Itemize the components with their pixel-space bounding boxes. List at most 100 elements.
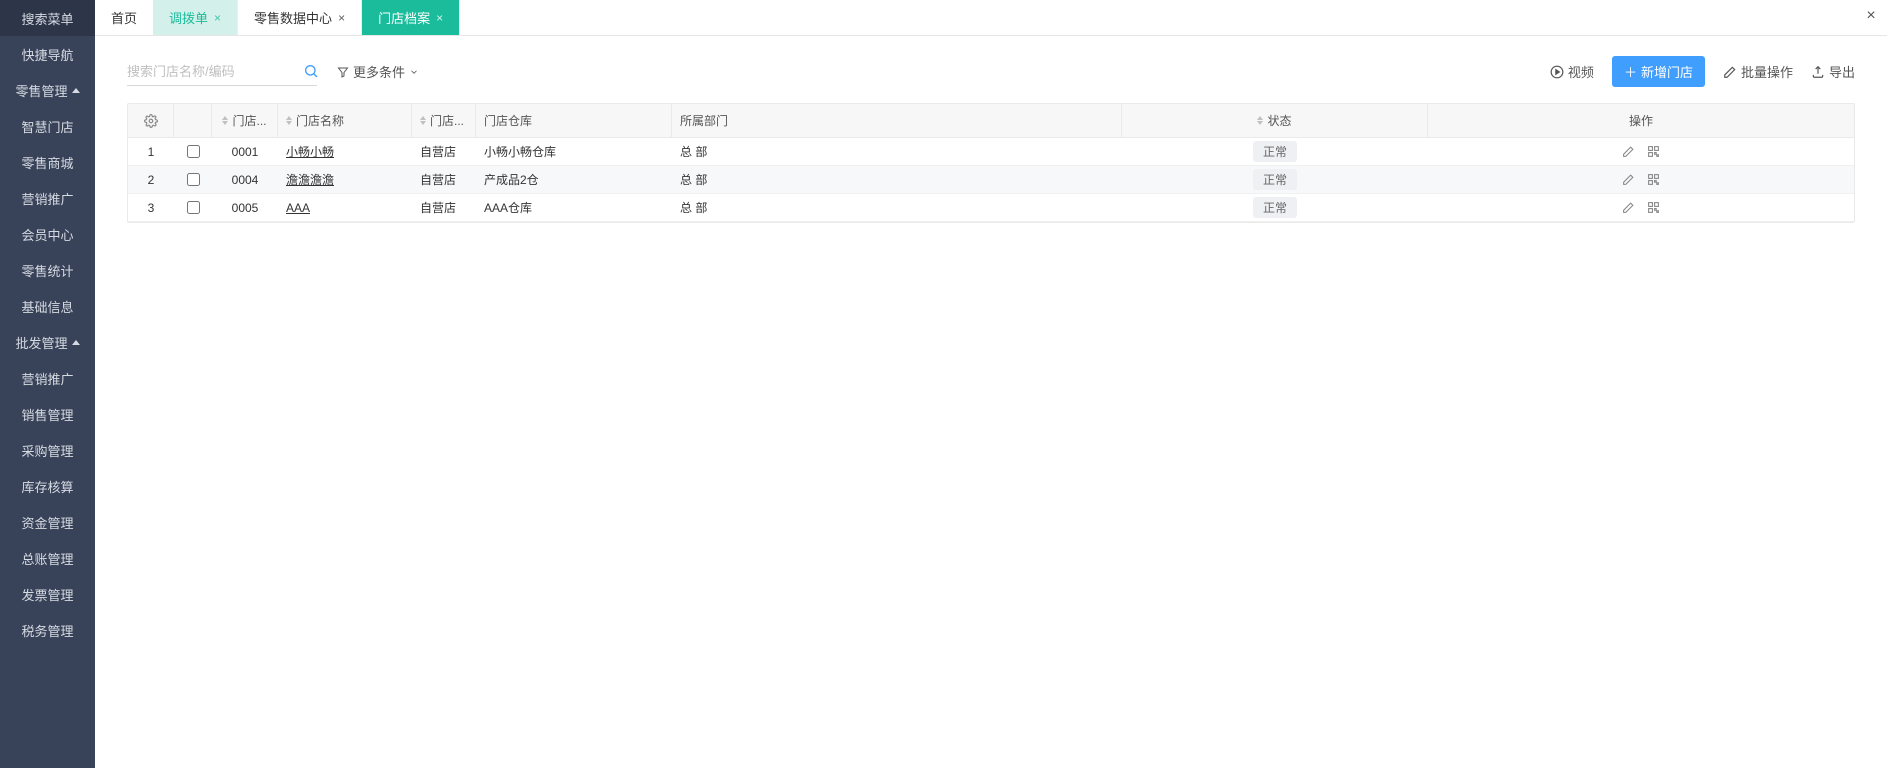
row-edit-button[interactable] xyxy=(1622,201,1635,214)
column-department[interactable]: 所属部门 xyxy=(672,104,1122,137)
search-icon xyxy=(303,63,319,79)
sidebar-item-retail-mall[interactable]: 零售商城 xyxy=(0,144,95,180)
row-edit-button[interactable] xyxy=(1622,173,1635,186)
video-label: 视频 xyxy=(1568,62,1594,81)
row-index: 2 xyxy=(128,166,174,193)
close-icon[interactable]: × xyxy=(214,11,221,25)
sidebar-item-ledger[interactable]: 总账管理 xyxy=(0,540,95,576)
cell-status: 正常 xyxy=(1122,194,1428,221)
cell-store-name[interactable]: 澹澹澹澹 xyxy=(278,166,412,193)
row-qrcode-button[interactable] xyxy=(1647,201,1660,214)
sidebar-item-invoice[interactable]: 发票管理 xyxy=(0,576,95,612)
row-checkbox[interactable] xyxy=(187,173,200,186)
status-badge: 正常 xyxy=(1253,141,1297,162)
sidebar-item-member[interactable]: 会员中心 xyxy=(0,216,95,252)
column-settings[interactable] xyxy=(128,104,174,137)
more-conditions-label: 更多条件 xyxy=(353,62,405,81)
export-button[interactable]: 导出 xyxy=(1811,62,1855,81)
qrcode-icon xyxy=(1647,145,1660,158)
row-edit-button[interactable] xyxy=(1622,145,1635,158)
close-icon[interactable]: × xyxy=(436,11,443,25)
sort-icon xyxy=(1257,116,1263,125)
edit-icon xyxy=(1622,201,1635,214)
row-qrcode-button[interactable] xyxy=(1647,145,1660,158)
row-checkbox[interactable] xyxy=(187,145,200,158)
video-button[interactable]: 视频 xyxy=(1550,62,1594,81)
cell-store-type: 自营店 xyxy=(412,138,476,165)
sidebar-item-funds[interactable]: 资金管理 xyxy=(0,504,95,540)
sidebar-group-wholesale[interactable]: 批发管理 xyxy=(0,324,95,360)
tabs-bar: 首页 调拨单 × 零售数据中心 × 门店档案 × × xyxy=(95,0,1887,36)
table-body: 10001小畅小畅自营店小畅小畅仓库总 部正常20004澹澹澹澹自营店产成品2仓… xyxy=(128,138,1854,222)
column-checkbox xyxy=(174,104,212,137)
more-conditions-button[interactable]: 更多条件 xyxy=(337,62,419,81)
play-circle-icon xyxy=(1550,65,1564,79)
sidebar-search-menu[interactable]: 搜索菜单 xyxy=(0,0,95,36)
qrcode-icon xyxy=(1647,173,1660,186)
export-label: 导出 xyxy=(1829,62,1855,81)
sort-icon xyxy=(420,116,426,125)
sidebar-item-marketing[interactable]: 营销推广 xyxy=(0,180,95,216)
qrcode-icon xyxy=(1647,201,1660,214)
column-store-name[interactable]: 门店名称 xyxy=(278,104,412,137)
table-row[interactable]: 1 0001小畅小畅自营店小畅小畅仓库总 部 正常 xyxy=(128,138,1854,166)
sidebar-quicknav[interactable]: 快捷导航 xyxy=(0,36,95,72)
column-store-code[interactable]: 门店... xyxy=(212,104,278,137)
cell-store-name[interactable]: AAA xyxy=(278,194,412,221)
row-index: 1 xyxy=(128,138,174,165)
tab-retail-data-center[interactable]: 零售数据中心 × xyxy=(238,0,362,35)
cell-store-name[interactable]: 小畅小畅 xyxy=(278,138,412,165)
sidebar-group-retail[interactable]: 零售管理 xyxy=(0,72,95,108)
edit-icon xyxy=(1622,173,1635,186)
column-warehouse[interactable]: 门店仓库 xyxy=(476,104,672,137)
cell-store-type: 自营店 xyxy=(412,194,476,221)
edit-icon xyxy=(1723,65,1737,79)
export-icon xyxy=(1811,65,1825,79)
cell-operations xyxy=(1428,194,1854,221)
close-all-tabs-button[interactable]: × xyxy=(1861,6,1881,26)
cell-department: 总 部 xyxy=(672,138,1122,165)
tab-transfer-order[interactable]: 调拨单 × xyxy=(153,0,238,35)
sidebar-item-ws-marketing[interactable]: 营销推广 xyxy=(0,360,95,396)
cell-store-type: 自营店 xyxy=(412,166,476,193)
search-input[interactable] xyxy=(127,64,303,79)
edit-icon xyxy=(1622,145,1635,158)
sidebar-item-purchase[interactable]: 采购管理 xyxy=(0,432,95,468)
row-checkbox[interactable] xyxy=(187,201,200,214)
sidebar-item-retail-stats[interactable]: 零售统计 xyxy=(0,252,95,288)
sidebar-group-retail-label: 零售管理 xyxy=(15,81,67,100)
chevron-down-icon xyxy=(409,67,419,77)
cell-warehouse: AAA仓库 xyxy=(476,194,672,221)
batch-ops-label: 批量操作 xyxy=(1741,62,1793,81)
close-icon[interactable]: × xyxy=(338,11,345,25)
cell-operations xyxy=(1428,166,1854,193)
row-checkbox-cell xyxy=(174,138,212,165)
toolbar: 更多条件 视频 ＋ 新增门店 批量操作 导出 xyxy=(127,56,1855,87)
cell-warehouse: 小畅小畅仓库 xyxy=(476,138,672,165)
column-store-type[interactable]: 门店... xyxy=(412,104,476,137)
sidebar-item-tax[interactable]: 税务管理 xyxy=(0,612,95,648)
column-operations: 操作 xyxy=(1428,104,1854,137)
add-store-button[interactable]: ＋ 新增门店 xyxy=(1612,56,1705,87)
sidebar-quicknav-label: 快捷导航 xyxy=(21,45,73,64)
sidebar-item-inventory[interactable]: 库存核算 xyxy=(0,468,95,504)
sort-icon xyxy=(286,116,292,125)
sidebar: 搜索菜单 快捷导航 零售管理 智慧门店 零售商城 营销推广 会员中心 零售统计 … xyxy=(0,0,95,768)
tab-store-archive[interactable]: 门店档案 × xyxy=(362,0,460,35)
sidebar-item-ws-sales[interactable]: 销售管理 xyxy=(0,396,95,432)
search-button[interactable] xyxy=(303,63,319,79)
sidebar-item-smart-store[interactable]: 智慧门店 xyxy=(0,108,95,144)
batch-ops-button[interactable]: 批量操作 xyxy=(1723,62,1793,81)
cell-department: 总 部 xyxy=(672,166,1122,193)
row-qrcode-button[interactable] xyxy=(1647,173,1660,186)
tab-home[interactable]: 首页 xyxy=(95,0,153,35)
cell-store-code: 0001 xyxy=(212,138,278,165)
sidebar-item-basic-info[interactable]: 基础信息 xyxy=(0,288,95,324)
cell-department: 总 部 xyxy=(672,194,1122,221)
main: 首页 调拨单 × 零售数据中心 × 门店档案 × × 更 xyxy=(95,0,1887,768)
column-status[interactable]: 状态 xyxy=(1122,104,1428,137)
store-table: 门店... 门店名称 门店... 门店仓库 所属部门 xyxy=(127,103,1855,223)
table-row[interactable]: 20004澹澹澹澹自营店产成品2仓总 部正常 xyxy=(128,166,1854,194)
table-row[interactable]: 30005AAA自营店AAA仓库总 部正常 xyxy=(128,194,1854,222)
row-index: 3 xyxy=(128,194,174,221)
